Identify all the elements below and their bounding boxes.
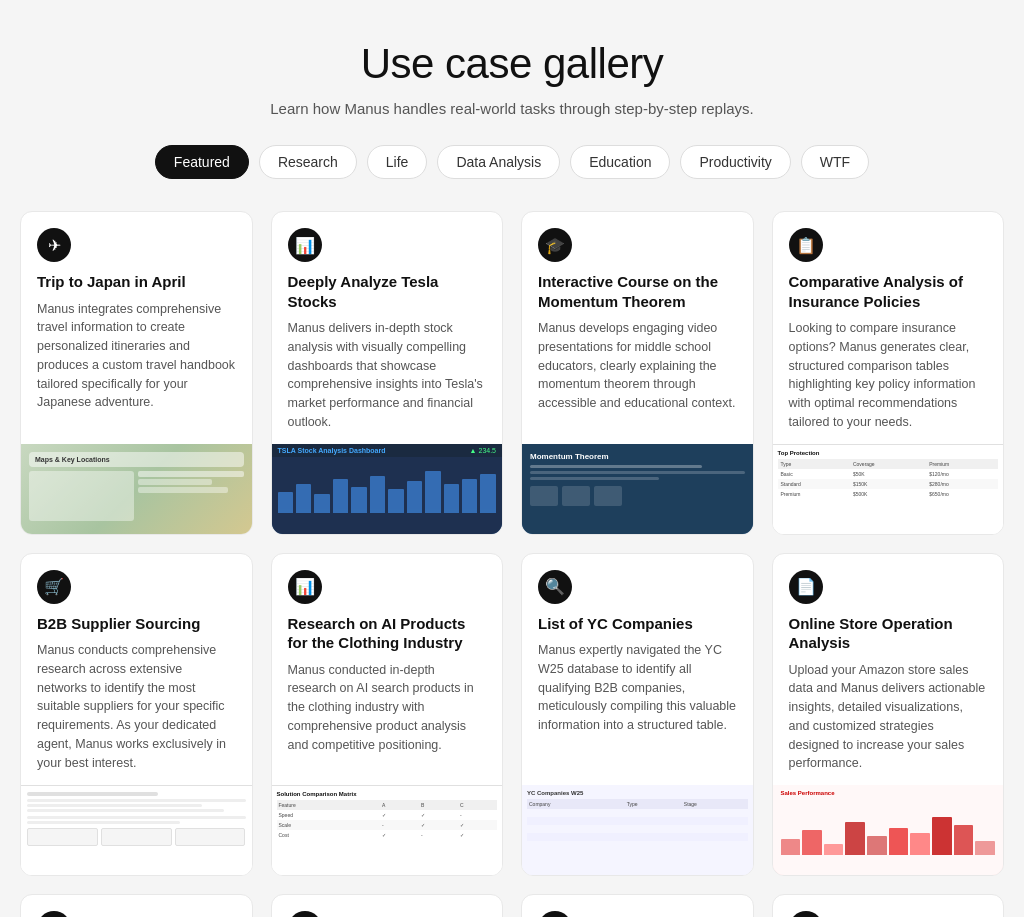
- card-body-find-customers: 🎯Find Potential CustomersDescribe your b…: [522, 895, 753, 917]
- filter-featured[interactable]: Featured: [155, 145, 249, 179]
- card-preview-tesla-stocks: TSLA Stock Analysis Dashboard ▲ 234.5: [272, 444, 503, 534]
- card-desc-insurance-comparison: Looking to compare insurance options? Ma…: [789, 319, 988, 432]
- card-desc-momentum-theorem: Manus develops engaging video presentati…: [538, 319, 737, 413]
- card-icon-candidate-interview: 👥: [288, 911, 322, 917]
- card-body-candidate-interview: 👥Candidate Interview ScheduleExperience …: [272, 895, 503, 917]
- card-preview-b2b-supplier: [21, 785, 252, 875]
- card-icon-trip-japan: ✈: [37, 228, 71, 262]
- card-icon-yc-companies: 🔍: [538, 570, 572, 604]
- page-title: Use case gallery: [20, 40, 1004, 88]
- card-candidate-interview[interactable]: 👥Candidate Interview ScheduleExperience …: [271, 894, 504, 917]
- card-preview-online-store: Sales Performance: [773, 785, 1004, 875]
- card-desc-ai-clothing: Manus conducted in-depth research on AI …: [288, 661, 487, 755]
- card-body-online-store: 📄 Online Store Operation Analysis Upload y…: [773, 554, 1004, 786]
- filter-research[interactable]: Research: [259, 145, 357, 179]
- card-desc-tesla-stocks: Manus delivers in-depth stock analysis w…: [288, 319, 487, 432]
- card-body-momentum-theorem: 🎓 Interactive Course on the Momentum Theo…: [522, 212, 753, 444]
- card-body-trip-japan: ✈ Trip to Japan in April Manus integrates …: [21, 212, 252, 444]
- card-b2b-supplier[interactable]: 🛒 B2B Supplier Sourcing Manus conducts com…: [20, 553, 253, 877]
- card-body-yc-companies: 🔍 List of YC Companies Manus expertly navi…: [522, 554, 753, 786]
- page-subtitle: Learn how Manus handles real-world tasks…: [20, 100, 1004, 117]
- card-title-momentum-theorem: Interactive Course on the Momentum Theor…: [538, 272, 737, 311]
- filter-productivity[interactable]: Productivity: [680, 145, 790, 179]
- card-title-ai-clothing: Research on AI Products for the Clothing…: [288, 614, 487, 653]
- card-preview-ai-clothing: Solution Comparison Matrix FeatureABC Sp…: [272, 785, 503, 875]
- card-icon-insurance-comparison: 📋: [789, 228, 823, 262]
- card-find-customers[interactable]: 🎯Find Potential CustomersDescribe your b…: [521, 894, 754, 917]
- filter-data-analysis[interactable]: Data Analysis: [437, 145, 560, 179]
- card-insurance-comparison[interactable]: 📋 Comparative Analysis of Insurance Polic…: [772, 211, 1005, 535]
- card-teleprompter[interactable]: 📝Professional TeleprompterElevate your p…: [772, 894, 1005, 917]
- card-title-b2b-supplier: B2B Supplier Sourcing: [37, 614, 236, 634]
- card-body-insurance-comparison: 📋 Comparative Analysis of Insurance Polic…: [773, 212, 1004, 444]
- card-title-insurance-comparison: Comparative Analysis of Insurance Polici…: [789, 272, 988, 311]
- card-icon-momentum-theorem: 🎓: [538, 228, 572, 262]
- card-desc-b2b-supplier: Manus conducts comprehensive research ac…: [37, 641, 236, 772]
- card-tesla-stocks[interactable]: 📊 Deeply Analyze Tesla Stocks Manus delive…: [271, 211, 504, 535]
- card-body-campaign-maps: 📍Campaign Explanation MapsCustom-designe…: [21, 895, 252, 917]
- card-yc-companies[interactable]: 🔍 List of YC Companies Manus expertly navi…: [521, 553, 754, 877]
- card-preview-insurance-comparison: Top Protection TypeCoveragePremium Basic…: [773, 444, 1004, 534]
- card-momentum-theorem[interactable]: 🎓 Interactive Course on the Momentum Theo…: [521, 211, 754, 535]
- card-trip-japan[interactable]: ✈ Trip to Japan in April Manus integrates …: [20, 211, 253, 535]
- card-title-online-store: Online Store Operation Analysis: [789, 614, 988, 653]
- filter-life[interactable]: Life: [367, 145, 428, 179]
- card-preview-yc-companies: YC Companies W25 CompanyTypeStage: [522, 785, 753, 875]
- card-icon-tesla-stocks: 📊: [288, 228, 322, 262]
- cards-grid: ✈ Trip to Japan in April Manus integrates …: [20, 211, 1004, 917]
- card-body-teleprompter: 📝Professional TeleprompterElevate your p…: [773, 895, 1004, 917]
- card-campaign-maps[interactable]: 📍Campaign Explanation MapsCustom-designe…: [20, 894, 253, 917]
- card-desc-yc-companies: Manus expertly navigated the YC W25 data…: [538, 641, 737, 735]
- card-icon-teleprompter: 📝: [789, 911, 823, 917]
- card-body-b2b-supplier: 🛒 B2B Supplier Sourcing Manus conducts com…: [21, 554, 252, 786]
- card-title-trip-japan: Trip to Japan in April: [37, 272, 236, 292]
- card-icon-ai-clothing: 📊: [288, 570, 322, 604]
- card-body-tesla-stocks: 📊 Deeply Analyze Tesla Stocks Manus delive…: [272, 212, 503, 444]
- card-desc-online-store: Upload your Amazon store sales data and …: [789, 661, 988, 774]
- card-icon-online-store: 📄: [789, 570, 823, 604]
- card-online-store[interactable]: 📄 Online Store Operation Analysis Upload y…: [772, 553, 1005, 877]
- card-preview-trip-japan: Maps & Key Locations: [21, 444, 252, 534]
- card-preview-momentum-theorem: Momentum Theorem: [522, 444, 753, 534]
- filter-bar: Featured Research Life Data Analysis Educati…: [20, 145, 1004, 179]
- card-icon-find-customers: 🎯: [538, 911, 572, 917]
- card-title-tesla-stocks: Deeply Analyze Tesla Stocks: [288, 272, 487, 311]
- card-ai-clothing[interactable]: 📊 Research on AI Products for the Clothin…: [271, 553, 504, 877]
- filter-wtf[interactable]: WTF: [801, 145, 869, 179]
- card-body-ai-clothing: 📊 Research on AI Products for the Clothin…: [272, 554, 503, 786]
- page-container: Use case gallery Learn how Manus handles…: [0, 0, 1024, 917]
- card-title-yc-companies: List of YC Companies: [538, 614, 737, 634]
- card-icon-b2b-supplier: 🛒: [37, 570, 71, 604]
- card-desc-trip-japan: Manus integrates comprehensive travel in…: [37, 300, 236, 413]
- filter-education[interactable]: Education: [570, 145, 670, 179]
- card-icon-campaign-maps: 📍: [37, 911, 71, 917]
